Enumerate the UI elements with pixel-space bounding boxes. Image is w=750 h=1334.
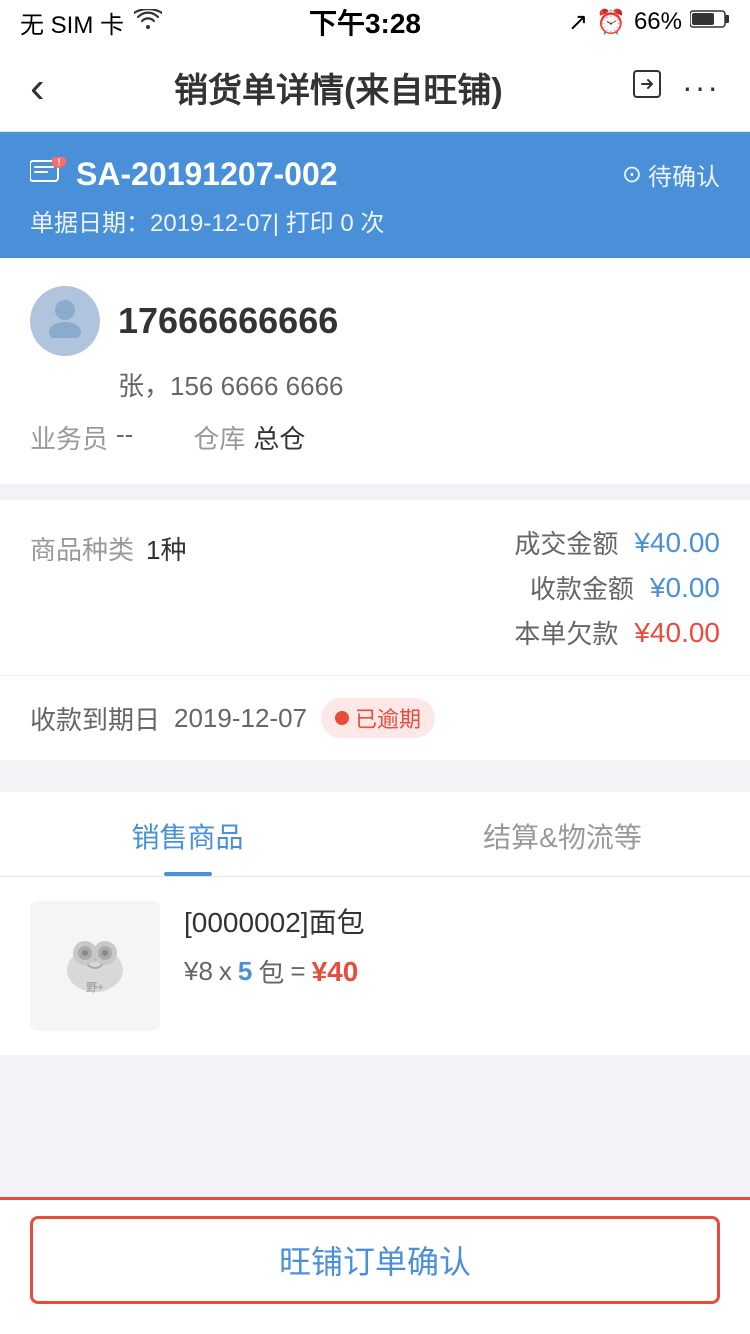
- status-time: 下午3:28: [309, 2, 421, 42]
- quantity: 5: [238, 956, 252, 987]
- overdue-badge: 已逾期: [321, 698, 435, 738]
- product-type-label: 商品种类: [30, 530, 134, 567]
- order-id: ! SA-20191207-002: [30, 156, 338, 193]
- battery-icon: [690, 8, 730, 36]
- summary-row: 商品种类 1种 成交金额 ¥40.00 收款金额 ¥0.00 本单欠款 ¥40.…: [30, 524, 720, 651]
- product-info: [0000002]面包 ¥8 x 5 包 = ¥40: [184, 901, 720, 990]
- order-header-top: ! SA-20191207-002 ⊙ 待确认: [30, 156, 720, 193]
- warehouse-label: 仓库: [193, 419, 245, 456]
- location-icon: ↗: [568, 8, 588, 37]
- multiply-sign: x: [219, 956, 232, 987]
- status-left: 无 SIM 卡: [20, 5, 162, 40]
- status-right: ↗ ⏰ 66%: [568, 8, 730, 37]
- order-date: 单据日期：2019-12-07| 打印 0 次: [30, 203, 720, 238]
- amount-row-received: 收款金额 ¥0.00: [530, 569, 720, 606]
- product-thumbnail: 野+: [30, 901, 160, 1031]
- avatar: [30, 286, 100, 356]
- sales-value: --: [116, 419, 133, 456]
- nav-left[interactable]: ‹: [30, 66, 45, 110]
- avatar-icon: [43, 294, 87, 348]
- tab-settlement[interactable]: 结算&物流等: [375, 792, 750, 876]
- svg-text:!: !: [58, 157, 61, 167]
- customer-name: 张，156 6666 6666: [30, 366, 720, 403]
- due-section: 收款到期日 2019-12-07 已逾期: [0, 675, 750, 760]
- bottom-bar: 旺铺订单确认: [0, 1197, 750, 1334]
- product-name: [0000002]面包: [184, 901, 720, 941]
- nav-right[interactable]: ···: [632, 69, 720, 106]
- overdue-dot-icon: [335, 711, 349, 725]
- product-price-row: ¥8 x 5 包 = ¥40: [184, 953, 720, 990]
- summary-right: 成交金额 ¥40.00 收款金额 ¥0.00 本单欠款 ¥40.00: [514, 524, 720, 651]
- amount-row-owed: 本单欠款 ¥40.00: [514, 614, 720, 651]
- amount-row-deal: 成交金额 ¥40.00: [514, 524, 720, 561]
- svg-text:野+: 野+: [86, 981, 103, 994]
- carrier-text: 无 SIM 卡: [20, 5, 124, 40]
- alarm-icon: ⏰: [596, 8, 626, 37]
- wifi-icon: [134, 8, 162, 36]
- amount-label-deal: 成交金额: [514, 524, 618, 561]
- amount-value-deal: ¥40.00: [634, 527, 720, 559]
- due-date-label: 收款到期日: [30, 700, 160, 737]
- product-owl-icon: 野+: [50, 915, 140, 1017]
- sales-meta: 业务员 --: [30, 419, 133, 456]
- warehouse-value: 总仓: [253, 419, 305, 456]
- page-title: 销货单详情(来自旺铺): [174, 63, 503, 112]
- battery-text: 66%: [634, 8, 682, 36]
- sales-label: 业务员: [30, 419, 108, 456]
- back-button[interactable]: ‹: [30, 66, 45, 110]
- order-status: ⊙ 待确认: [622, 157, 720, 192]
- customer-phone: 17666666666: [118, 300, 338, 342]
- more-icon[interactable]: ···: [682, 69, 720, 106]
- customer-section: 17666666666 张，156 6666 6666 业务员 -- 仓库 总仓: [0, 258, 750, 484]
- order-header-card: ! SA-20191207-002 ⊙ 待确认 单据日期：2019-12-07|…: [0, 132, 750, 258]
- order-icon: !: [30, 157, 66, 192]
- divider-2: [0, 760, 750, 776]
- confirm-order-button[interactable]: 旺铺订单确认: [30, 1216, 720, 1304]
- nav-bar: ‹ 销货单详情(来自旺铺) ···: [0, 44, 750, 132]
- product-section: 野+ [0000002]面包 ¥8 x 5 包 = ¥40: [0, 877, 750, 1055]
- warehouse-meta: 仓库 总仓: [193, 419, 305, 456]
- total-price: ¥40: [312, 956, 359, 988]
- customer-top: 17666666666: [30, 286, 720, 356]
- tab-sales-products[interactable]: 销售商品: [0, 792, 375, 876]
- amount-value-owed: ¥40.00: [634, 617, 720, 649]
- amount-label-received: 收款金额: [530, 569, 634, 606]
- share-icon[interactable]: [632, 69, 662, 106]
- summary-section: 商品种类 1种 成交金额 ¥40.00 收款金额 ¥0.00 本单欠款 ¥40.…: [0, 500, 750, 675]
- unit-price: ¥8: [184, 956, 213, 987]
- overdue-text: 已逾期: [355, 702, 421, 734]
- summary-left: 商品种类 1种: [30, 524, 186, 567]
- status-bar: 无 SIM 卡 下午3:28 ↗ ⏰ 66%: [0, 0, 750, 44]
- due-date-value: 2019-12-07: [174, 703, 307, 734]
- divider-1: [0, 484, 750, 500]
- amount-value-received: ¥0.00: [650, 572, 720, 604]
- equals-sign: =: [290, 956, 305, 987]
- tabs: 销售商品 结算&物流等: [0, 792, 750, 877]
- product-type-value: 1种: [146, 530, 186, 567]
- amount-label-owed: 本单欠款: [514, 614, 618, 651]
- unit: 包: [258, 953, 284, 990]
- clock-icon: ⊙: [622, 160, 642, 189]
- customer-meta: 业务员 -- 仓库 总仓: [30, 419, 720, 456]
